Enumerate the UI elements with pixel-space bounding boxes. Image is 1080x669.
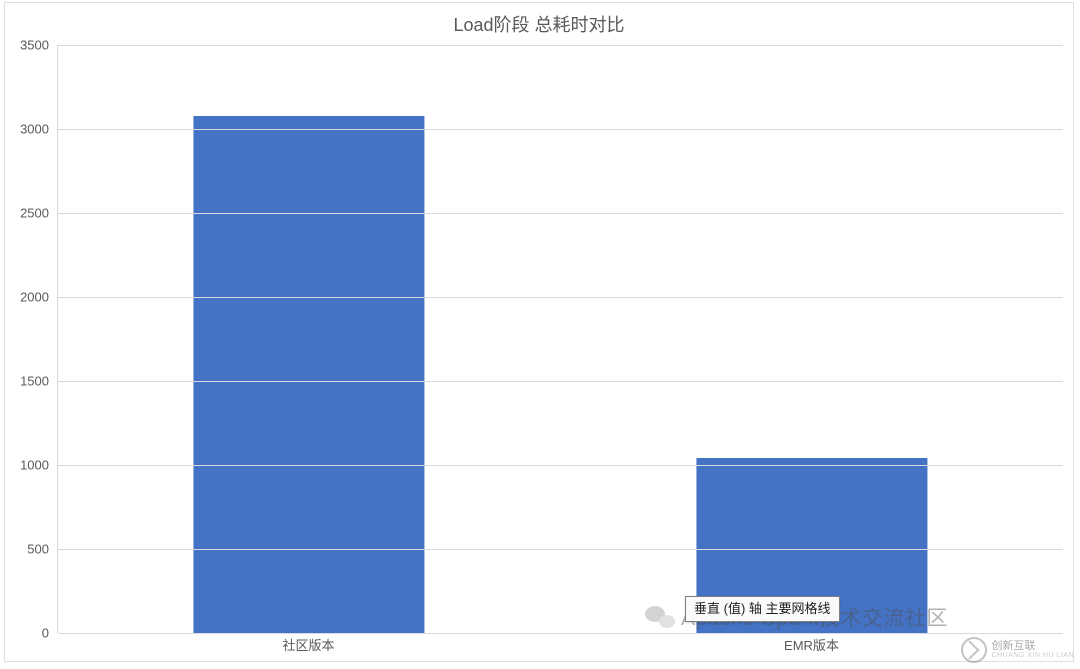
chart-title: Load阶段 总耗时对比 bbox=[5, 3, 1073, 35]
bar-slot bbox=[561, 45, 1064, 633]
plot-area-outer: 0500100015002000250030003500 bbox=[15, 45, 1063, 633]
y-tick-label: 2500 bbox=[20, 206, 49, 221]
gridline bbox=[58, 213, 1063, 214]
x-axis-labels: 社区版本EMR版本 bbox=[57, 635, 1063, 657]
logo-mark-icon bbox=[961, 637, 987, 663]
gridline bbox=[58, 297, 1063, 298]
y-tick-label: 1500 bbox=[20, 374, 49, 389]
corner-logo: 创新互联 CHUANG XIN HU LIAN bbox=[961, 637, 1074, 663]
gridline bbox=[58, 45, 1063, 46]
gridline bbox=[58, 381, 1063, 382]
gridline bbox=[58, 465, 1063, 466]
gridline-tooltip: 垂直 (值) 轴 主要网格线 bbox=[685, 596, 840, 622]
x-tick-label: 社区版本 bbox=[57, 635, 560, 657]
y-tick-label: 1000 bbox=[20, 458, 49, 473]
y-tick-label: 3000 bbox=[20, 122, 49, 137]
y-axis: 0500100015002000250030003500 bbox=[15, 45, 57, 633]
watermark: Apache Spark技术交流社区 bbox=[5, 597, 1073, 637]
gridline bbox=[58, 129, 1063, 130]
bars-group bbox=[58, 45, 1063, 633]
wechat-icon bbox=[645, 604, 675, 630]
plot-area bbox=[57, 45, 1063, 633]
chart-container: Load阶段 总耗时对比 050010001500200025003000350… bbox=[4, 2, 1074, 662]
y-tick-label: 3500 bbox=[20, 38, 49, 53]
y-tick-label: 500 bbox=[27, 542, 49, 557]
bar bbox=[194, 116, 425, 633]
gridline bbox=[58, 549, 1063, 550]
y-tick-label: 2000 bbox=[20, 290, 49, 305]
logo-sub: CHUANG XIN HU LIAN bbox=[991, 652, 1074, 660]
bar-slot bbox=[58, 45, 561, 633]
logo-name: 创新互联 bbox=[991, 640, 1074, 652]
